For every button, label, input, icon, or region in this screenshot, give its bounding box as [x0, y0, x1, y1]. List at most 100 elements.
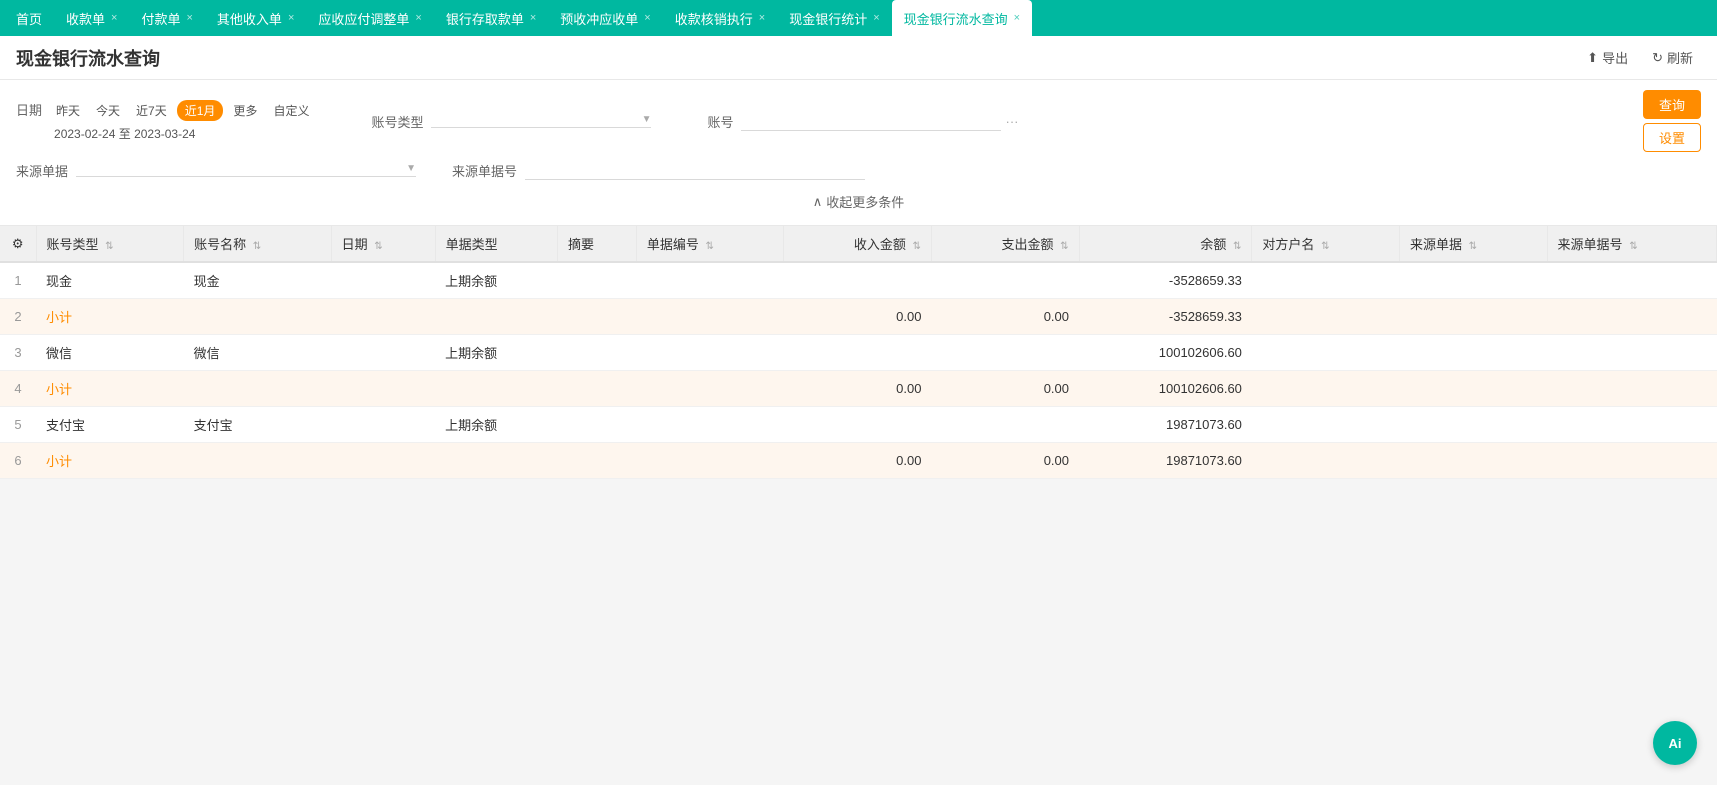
sort-expense-icon: ⇅ [1060, 241, 1068, 252]
cell-balance: 100102606.60 [1079, 335, 1252, 371]
th-income[interactable]: 收入金额 ⇅ [784, 226, 932, 262]
ai-label: Ai [1669, 736, 1682, 751]
cell-summary [558, 407, 637, 443]
nav-other-income[interactable]: 其他收入单 × [205, 0, 306, 36]
nav-receipt[interactable]: 收款单 × [54, 0, 129, 36]
page-title: 现金银行流水查询 [16, 45, 160, 71]
account-label: 账号 [707, 112, 733, 131]
nav-cash-bank-flow-close[interactable]: × [1014, 12, 1020, 24]
nav-other-income-close[interactable]: × [288, 12, 294, 24]
nav-bank-deposit[interactable]: 银行存取款单 × [434, 0, 548, 36]
date-range-display: 2023-02-24 至 2023-03-24 [54, 125, 315, 142]
cell-date [331, 443, 435, 479]
cell-source-doc [1399, 371, 1547, 407]
th-expense[interactable]: 支出金额 ⇅ [931, 226, 1079, 262]
th-account-type[interactable]: 账号类型 ⇅ [36, 226, 184, 262]
th-doc-type: 单据类型 [435, 226, 557, 262]
cell-balance: 100102606.60 [1079, 371, 1252, 407]
cell-summary [558, 371, 637, 407]
table-container: ⚙ 账号类型 ⇅ 账号名称 ⇅ 日期 ⇅ 单据类型 摘要 [0, 226, 1717, 479]
account-no-filter: 账号 ··· [707, 111, 1041, 131]
shortcut-more[interactable]: 更多 [227, 100, 263, 121]
cell-source-doc-no [1547, 443, 1716, 479]
cell-account-type: 现金 [36, 262, 184, 299]
header-actions: ⬆ 导出 ↻ 刷新 [1579, 44, 1701, 71]
account-type-arrow-icon: ▼ [642, 114, 652, 125]
shortcut-today[interactable]: 今天 [90, 100, 126, 121]
cell-source-doc-no [1547, 335, 1716, 371]
th-counterparty[interactable]: 对方户名 ⇅ [1252, 226, 1400, 262]
cell-index: 5 [0, 407, 36, 443]
th-date[interactable]: 日期 ⇅ [331, 226, 435, 262]
table-row: 6 小计 0.00 0.00 19871073.60 [0, 443, 1717, 479]
cell-source-doc-no [1547, 262, 1716, 299]
cell-account-name: 现金 [184, 262, 332, 299]
nav-ar-ap-adj[interactable]: 应收应付调整单 × [306, 0, 433, 36]
cell-account-name [184, 443, 332, 479]
th-source-doc[interactable]: 来源单据 ⇅ [1399, 226, 1547, 262]
nav-collection-exec-close[interactable]: × [759, 12, 765, 24]
cell-income: 0.00 [784, 299, 932, 335]
table-row: 1 现金 现金 上期余额 -3528659.33 [0, 262, 1717, 299]
nav-receipt-close[interactable]: × [111, 12, 117, 24]
cell-counterparty [1252, 335, 1400, 371]
th-doc-no[interactable]: 单据编号 ⇅ [636, 226, 784, 262]
cell-doc-no [636, 262, 784, 299]
cell-doc-type: 上期余额 [435, 262, 557, 299]
collapse-bar[interactable]: ∧ 收起更多条件 [16, 188, 1701, 215]
source-doc-filter: 来源单据 ▼ [16, 161, 416, 180]
source-doc-no-input[interactable] [525, 160, 865, 180]
nav-home[interactable]: 首页 [4, 0, 54, 36]
ai-badge[interactable]: Ai [1653, 721, 1697, 765]
nav-prepaid-offset[interactable]: 预收冲应收单 × [548, 0, 662, 36]
th-settings[interactable]: ⚙ [0, 226, 36, 262]
date-label: 日期 [16, 100, 42, 119]
cell-index: 2 [0, 299, 36, 335]
nav-ar-ap-adj-close[interactable]: × [415, 12, 421, 24]
nav-collection-exec[interactable]: 收款核销执行 × [663, 0, 777, 36]
nav-cash-bank-stats[interactable]: 现金银行统计 × [777, 0, 891, 36]
cell-date [331, 299, 435, 335]
account-no-input[interactable] [741, 111, 1001, 131]
account-type-select[interactable]: ▼ [431, 114, 651, 128]
table-body: 1 现金 现金 上期余额 -3528659.33 2 小计 0.00 0.00 … [0, 262, 1717, 479]
cell-counterparty [1252, 371, 1400, 407]
cell-summary [558, 443, 637, 479]
th-balance[interactable]: 余额 ⇅ [1079, 226, 1252, 262]
cell-balance: -3528659.33 [1079, 299, 1252, 335]
cell-balance: 19871073.60 [1079, 407, 1252, 443]
nav-payment[interactable]: 付款单 × [129, 0, 204, 36]
cell-source-doc-no [1547, 371, 1716, 407]
cell-doc-no [636, 335, 784, 371]
nav-payment-close[interactable]: × [186, 12, 192, 24]
shortcut-7days[interactable]: 近7天 [130, 100, 173, 121]
cell-counterparty [1252, 407, 1400, 443]
account-no-area: ··· [741, 111, 1041, 131]
refresh-button[interactable]: ↻ 刷新 [1644, 44, 1701, 71]
nav-cash-bank-stats-close[interactable]: × [873, 12, 879, 24]
shortcut-yesterday[interactable]: 昨天 [50, 100, 86, 121]
th-account-name[interactable]: 账号名称 ⇅ [184, 226, 332, 262]
cell-account-name: 微信 [184, 335, 332, 371]
shortcut-1month[interactable]: 近1月 [177, 100, 224, 121]
shortcut-custom[interactable]: 自定义 [267, 100, 315, 121]
nav-bank-deposit-close[interactable]: × [530, 12, 536, 24]
th-source-doc-no[interactable]: 来源单据号 ⇅ [1547, 226, 1716, 262]
source-doc-select[interactable]: ▼ [76, 163, 416, 177]
nav-prepaid-offset-close[interactable]: × [644, 12, 650, 24]
cell-doc-type: 上期余额 [435, 335, 557, 371]
source-doc-no-filter: 来源单据号 [452, 160, 865, 180]
cell-balance: -3528659.33 [1079, 262, 1252, 299]
query-button[interactable]: 查询 [1643, 90, 1701, 119]
export-button[interactable]: ⬆ 导出 [1579, 44, 1636, 71]
refresh-icon: ↻ [1652, 50, 1663, 66]
cell-index: 1 [0, 262, 36, 299]
cell-summary [558, 299, 637, 335]
source-doc-arrow-icon: ▼ [406, 163, 416, 174]
nav-cash-bank-flow[interactable]: 现金银行流水查询 × [892, 0, 1032, 36]
cell-doc-type [435, 299, 557, 335]
date-filter: 日期 昨天 今天 近7天 近1月 更多 自定义 2023-02-24 至 202… [16, 100, 315, 142]
settings-button[interactable]: 设置 [1643, 123, 1701, 152]
cell-index: 4 [0, 371, 36, 407]
account-no-dots[interactable]: ··· [1005, 114, 1018, 129]
